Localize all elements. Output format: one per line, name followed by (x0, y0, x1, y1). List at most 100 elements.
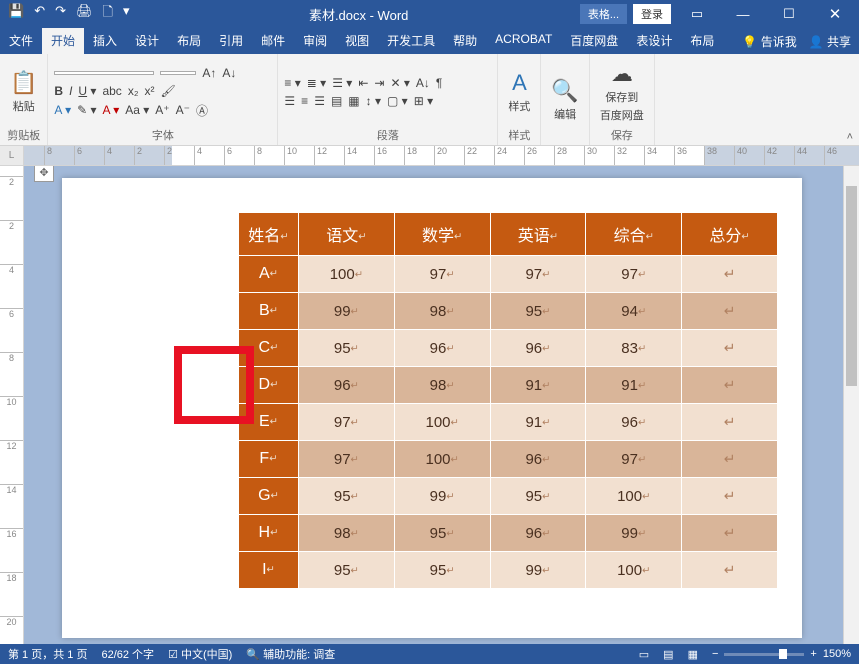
maximize-icon[interactable]: ☐ (769, 0, 809, 28)
cell[interactable]: 95↵ (490, 478, 586, 515)
table-header[interactable]: 数学↵ (394, 213, 490, 256)
table-row[interactable]: F↵97↵100↵96↵97↵↵ (239, 441, 778, 478)
row-name[interactable]: H↵ (239, 515, 299, 552)
ribbon-options-icon[interactable]: ▭ (677, 0, 717, 28)
cell[interactable]: 97↵ (299, 441, 395, 478)
view-readmode-icon[interactable]: ▭ (639, 648, 649, 661)
bullets-button[interactable]: ≡ ▾ (284, 76, 300, 90)
shrink-a-button[interactable]: A⁻ (176, 103, 190, 117)
multilevel-button[interactable]: ☰ ▾ (332, 76, 352, 90)
cell[interactable]: 99↵ (299, 293, 395, 330)
cell[interactable]: 95↵ (299, 330, 395, 367)
cell[interactable]: 91↵ (490, 404, 586, 441)
cell[interactable]: 100↵ (586, 552, 682, 589)
enlarge-a-button[interactable]: A⁺ (155, 103, 169, 117)
text-effects-button[interactable]: A ▾ (54, 103, 71, 117)
table-header[interactable]: 姓名↵ (239, 213, 299, 256)
cell-total[interactable]: ↵ (682, 404, 778, 441)
align-justify-button[interactable]: ▤ (331, 94, 342, 108)
tab-baidu[interactable]: 百度网盘 (561, 28, 627, 54)
cell[interactable]: 91↵ (490, 367, 586, 404)
show-marks-button[interactable]: ¶ (436, 76, 442, 90)
grow-font-icon[interactable]: A↑ (202, 66, 216, 80)
cell-total[interactable]: ↵ (682, 441, 778, 478)
superscript-button[interactable]: x² (144, 84, 154, 98)
cell[interactable]: 100↵ (394, 404, 490, 441)
cell[interactable]: 97↵ (394, 256, 490, 293)
cell[interactable]: 97↵ (586, 441, 682, 478)
font-size-select[interactable] (160, 71, 196, 75)
numbering-button[interactable]: ≣ ▾ (307, 76, 326, 90)
cell[interactable]: 94↵ (586, 293, 682, 330)
table-row[interactable]: H↵98↵95↵96↵99↵↵ (239, 515, 778, 552)
view-web-icon[interactable]: ▦ (688, 648, 698, 661)
row-name[interactable]: A↵ (239, 256, 299, 293)
row-name[interactable]: B↵ (239, 293, 299, 330)
table-tools-badge[interactable]: 表格... (580, 4, 627, 24)
table-row[interactable]: D↵96↵98↵91↵91↵↵ (239, 367, 778, 404)
align-left-button[interactable]: ☰ (284, 94, 295, 108)
undo-icon[interactable]: ↶ (34, 3, 45, 25)
qat-more-icon[interactable]: ▾ (123, 3, 130, 25)
tab-layout[interactable]: 布局 (168, 28, 210, 54)
align-center-button[interactable]: ≡ (301, 94, 308, 108)
table-row[interactable]: B↵99↵98↵95↵94↵↵ (239, 293, 778, 330)
horizontal-ruler[interactable]: 8642246810121416182022242628303234363840… (24, 146, 859, 165)
cell-total[interactable]: ↵ (682, 515, 778, 552)
cell[interactable]: 98↵ (394, 367, 490, 404)
cell[interactable]: 100↵ (299, 256, 395, 293)
zoom-control[interactable]: − + 150% (712, 648, 851, 660)
cell[interactable]: 91↵ (586, 367, 682, 404)
change-case-button[interactable]: Aa ▾ (125, 103, 149, 117)
cell[interactable]: 96↵ (490, 441, 586, 478)
new-icon[interactable]: 🗋 (103, 3, 113, 25)
indent-dec-button[interactable]: ⇤ (358, 76, 368, 90)
scrollbar-thumb[interactable] (846, 186, 857, 386)
zoom-out-icon[interactable]: − (712, 648, 718, 660)
cell[interactable]: 98↵ (394, 293, 490, 330)
cell[interactable]: 83↵ (586, 330, 682, 367)
cell[interactable]: 95↵ (490, 293, 586, 330)
print-icon[interactable]: 🖨 (76, 3, 93, 25)
char-border-button[interactable]: Ⓐ (196, 102, 208, 119)
styles-button[interactable]: A 样式 (504, 68, 534, 116)
student-score-table[interactable]: 姓名↵语文↵数学↵英语↵综合↵总分↵ A↵100↵97↵97↵97↵↵B↵99↵… (238, 212, 778, 589)
share-button[interactable]: 👤 共享 (809, 33, 851, 50)
cell-total[interactable]: ↵ (682, 367, 778, 404)
save-baidu-button[interactable]: ☁ 保存到 百度网盘 (596, 59, 648, 125)
cell-total[interactable]: ↵ (682, 256, 778, 293)
borders-button[interactable]: ⊞ ▾ (414, 94, 433, 108)
zoom-percent[interactable]: 150% (823, 648, 851, 660)
line-spacing-button[interactable]: ↕ ▾ (366, 94, 381, 108)
tab-devtools[interactable]: 开发工具 (378, 28, 444, 54)
editing-button[interactable]: 🔍 编辑 (547, 76, 582, 124)
ruler-corner[interactable]: L (0, 146, 24, 165)
table-header[interactable]: 总分↵ (682, 213, 778, 256)
tab-mailings[interactable]: 邮件 (252, 28, 294, 54)
close-icon[interactable]: ✕ (815, 0, 855, 28)
collapse-ribbon-icon[interactable]: ˄ (847, 131, 853, 143)
cell-total[interactable]: ↵ (682, 552, 778, 589)
status-accessibility[interactable]: 🔍 辅助功能: 调查 (246, 646, 335, 662)
cell[interactable]: 96↵ (394, 330, 490, 367)
tab-references[interactable]: 引用 (210, 28, 252, 54)
cell-total[interactable]: ↵ (682, 478, 778, 515)
shading-button[interactable]: ▢ ▾ (387, 94, 408, 108)
status-lang[interactable]: ☑ 中文(中国) (168, 646, 232, 662)
vertical-scrollbar[interactable] (843, 166, 859, 644)
cell[interactable]: 95↵ (299, 478, 395, 515)
cell[interactable]: 97↵ (586, 256, 682, 293)
tab-table-layout[interactable]: 布局 (681, 28, 723, 54)
bold-button[interactable]: B (54, 84, 63, 98)
distributed-button[interactable]: ▦ (348, 94, 359, 108)
cell[interactable]: 95↵ (394, 552, 490, 589)
font-color-button[interactable]: A ▾ (103, 103, 120, 117)
sort-button[interactable]: A↓ (416, 76, 430, 90)
shrink-font-icon[interactable]: A↓ (222, 66, 236, 80)
table-header[interactable]: 综合↵ (586, 213, 682, 256)
minimize-icon[interactable]: — (723, 0, 763, 28)
cell[interactable]: 100↵ (586, 478, 682, 515)
tab-acrobat[interactable]: ACROBAT (486, 28, 561, 54)
align-right-button[interactable]: ☰ (314, 94, 325, 108)
table-row[interactable]: E↵97↵100↵91↵96↵↵ (239, 404, 778, 441)
